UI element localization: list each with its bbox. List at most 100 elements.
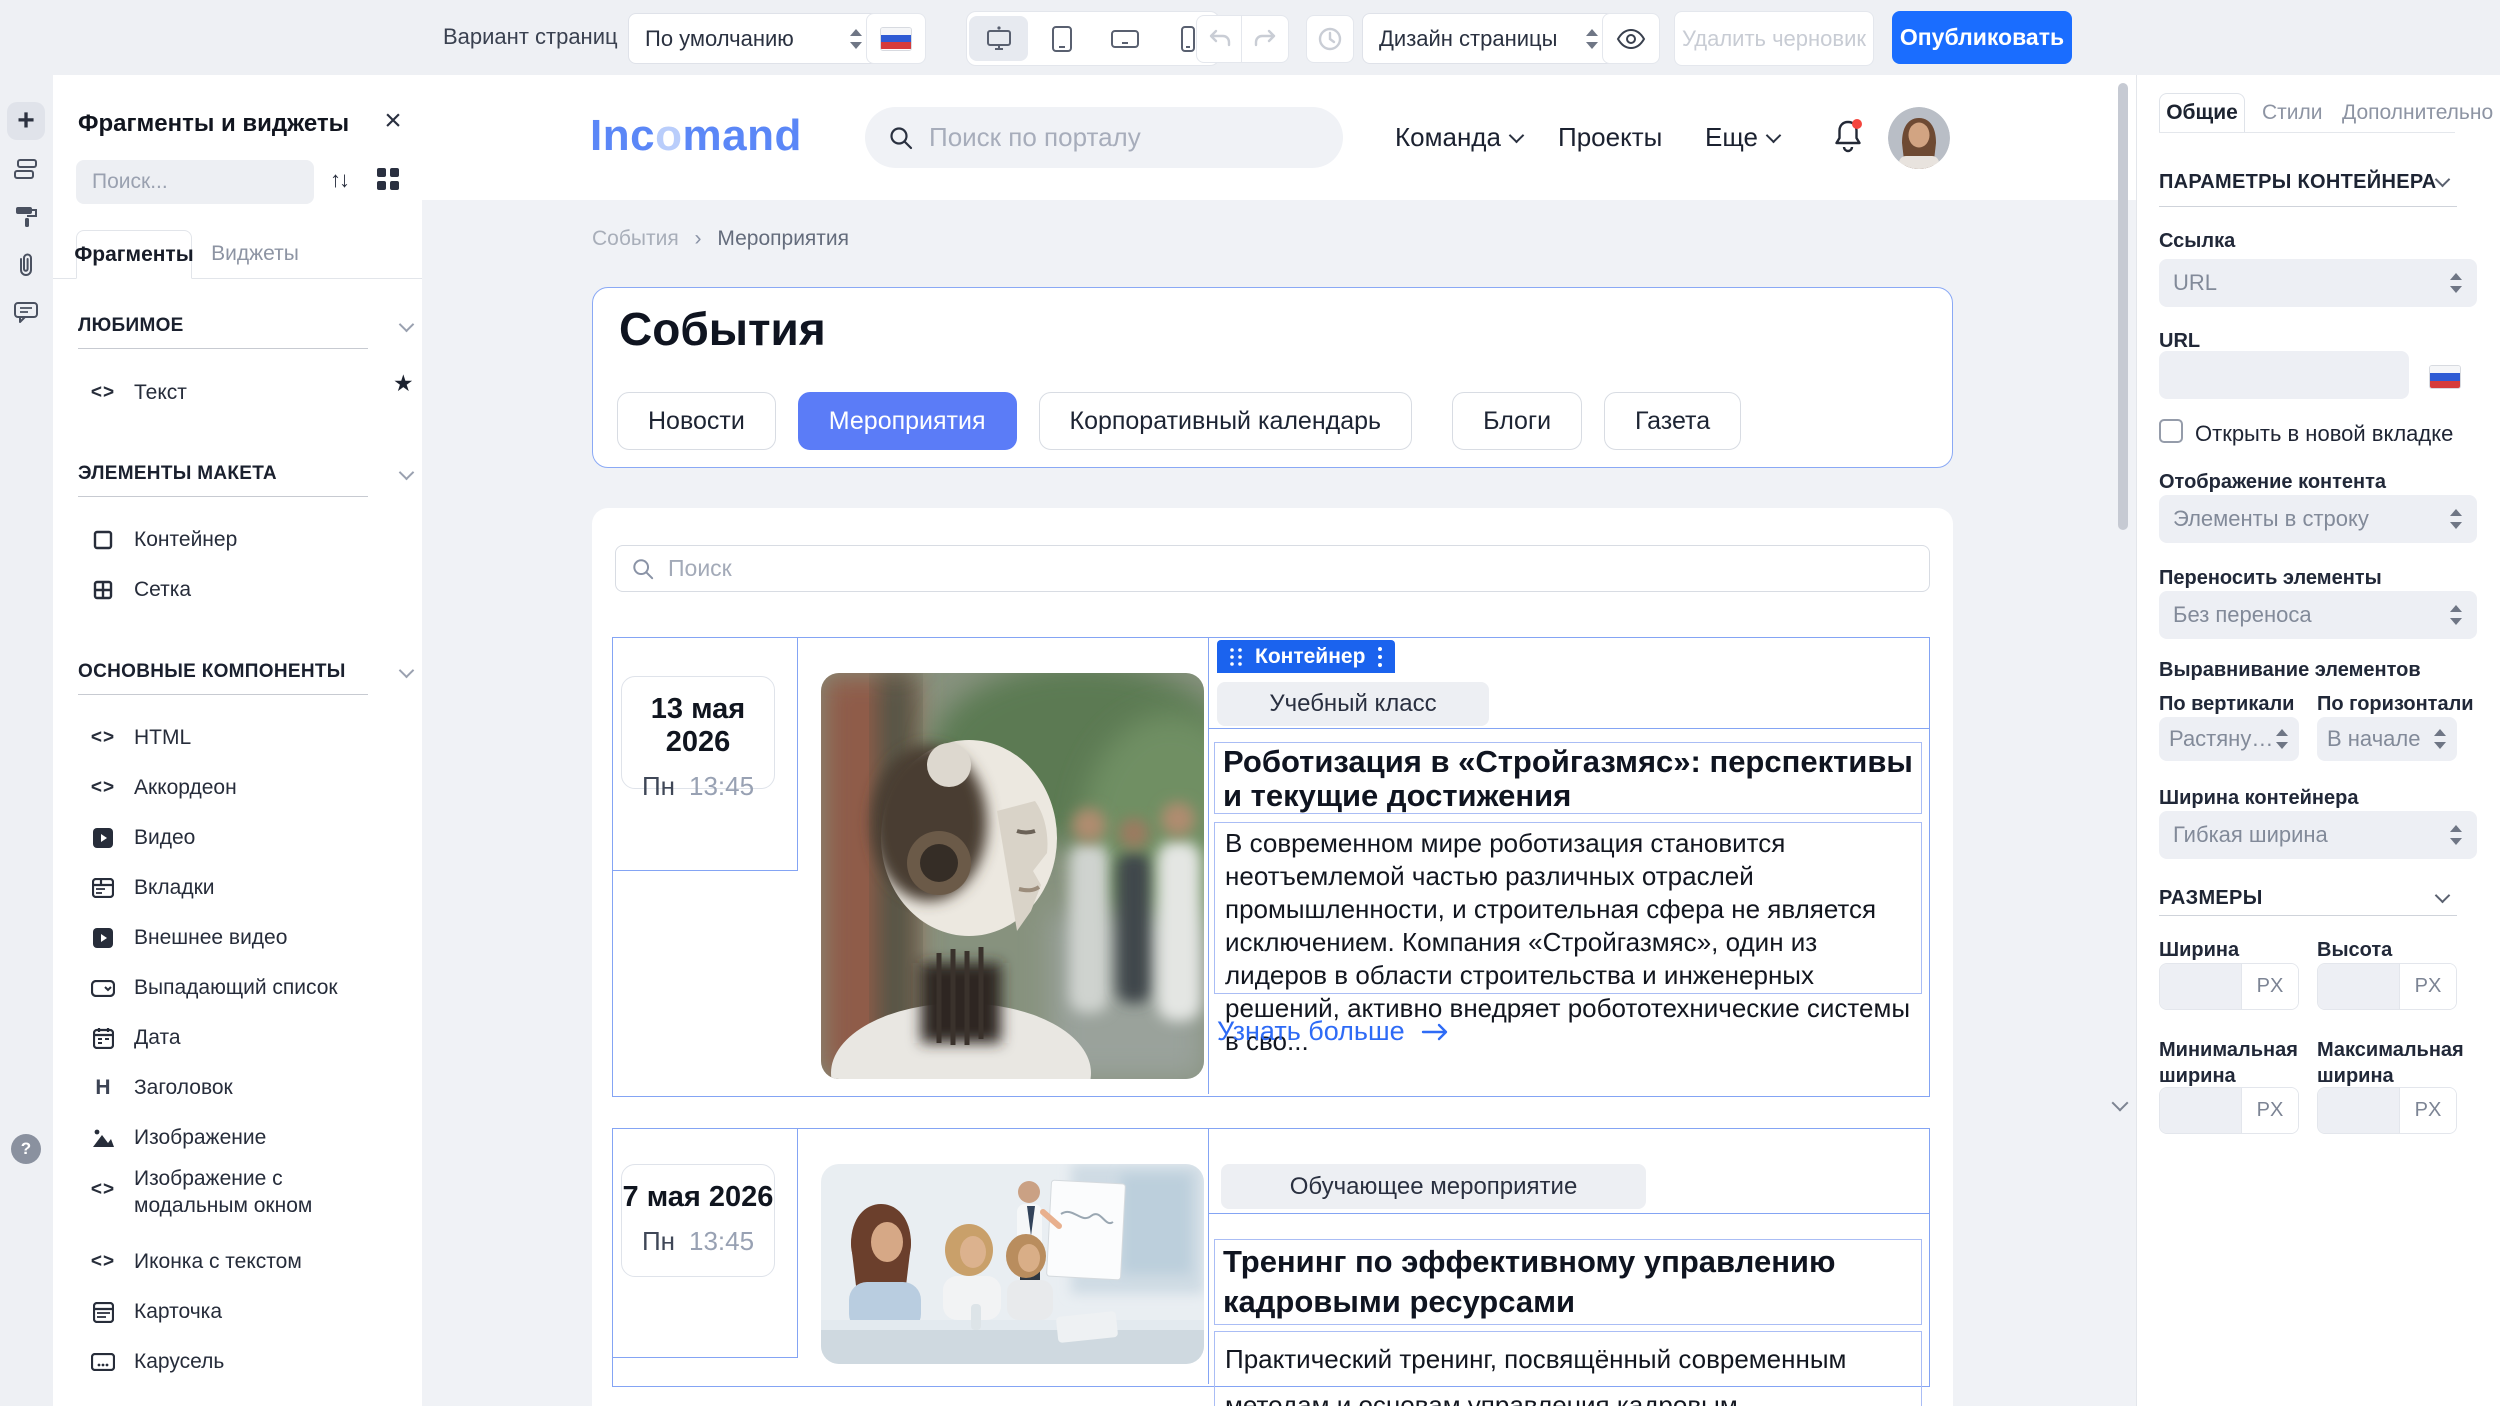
event-title-box[interactable]: Роботизация в «Стройгазмяс»: перспективы… [1214,742,1922,814]
event-row[interactable]: 13 мая 2026 Пн 13:45 Контейнер Учебный к… [612,637,1930,1097]
tab-newspaper[interactable]: Газета [1604,392,1742,450]
max-width-input[interactable] [2318,1088,2399,1133]
fragment-item-card[interactable]: Карточка [90,1297,222,1327]
portal-search-input[interactable] [927,121,1319,154]
section-container-params[interactable]: ПАРАМЕТРЫ КОНТЕЙНЕРА [2159,171,2436,194]
fragment-item-grid[interactable]: Сетка [90,575,191,605]
grid-view-button[interactable] [376,167,400,191]
preview-button[interactable] [1602,13,1660,64]
fragment-item-video[interactable]: Видео [90,823,195,853]
event-content-cell[interactable]: Обучающее мероприятие Тренинг по эффекти… [1208,1129,1929,1406]
tab-news[interactable]: Новости [617,392,776,450]
event-image-meeting[interactable] [821,1164,1204,1364]
container-width-select[interactable]: Гибкая ширина [2159,811,2477,859]
event-tag[interactable]: Учебный класс [1217,682,1489,726]
event-content-cell[interactable]: Контейнер Учебный класс Роботизация в «С… [1208,638,1929,1094]
fragments-search-input[interactable] [90,169,365,195]
fragment-item-tabs[interactable]: Вкладки [90,873,215,903]
publish-button[interactable]: Опубликовать [1892,11,2072,64]
fragment-item-image[interactable]: Изображение [90,1123,266,1153]
width-input[interactable] [2160,964,2241,1009]
section-layout[interactable]: ЭЛЕМЕНТЫ МАКЕТА [78,463,277,485]
fragment-item-html[interactable]: <> HTML [90,723,191,753]
event-excerpt: Практический тренинг, посвящённый соврем… [1225,1344,1847,1406]
tab-fragments[interactable]: Фрагменты [74,230,194,279]
event-date-cell[interactable]: 13 мая 2026 Пн 13:45 [613,638,798,871]
fragment-item-date[interactable]: Дата [90,1023,181,1053]
event-tag[interactable]: Обучающее мероприятие [1221,1164,1646,1209]
tab-general[interactable]: Общие [2159,93,2245,133]
fragment-item-text[interactable]: <> Текст [90,378,187,408]
undo-button[interactable] [1196,15,1244,63]
event-title-box[interactable]: Тренинг по эффективному управлению кадро… [1214,1239,1922,1325]
structure-button[interactable] [7,150,45,188]
content-display-select[interactable]: Элементы в строку [2159,495,2477,543]
events-search[interactable] [615,545,1930,592]
event-text-box[interactable]: В современном мире роботизация становитс… [1214,822,1922,1056]
page-design-select[interactable]: Дизайн страницы [1362,13,1616,64]
avatar[interactable] [1888,107,1950,169]
sort-button[interactable]: ↑↓ [330,167,350,193]
tab-widgets[interactable]: Виджеты [205,230,305,278]
desktop-preview-button[interactable] [969,16,1028,61]
language-flag-button[interactable] [866,13,926,64]
fragment-item-icon-text[interactable]: <> Иконка с текстом [90,1247,302,1277]
horizontal-align-select[interactable]: В начале [2317,717,2457,761]
comments-button[interactable] [7,294,45,332]
breadcrumb-current[interactable]: Мероприятия [717,227,849,250]
canvas-scrollbar[interactable] [2118,83,2128,530]
links-button[interactable] [7,246,45,284]
fragment-item-heading[interactable]: H Заголовок [90,1073,232,1103]
tab-events-active[interactable]: Мероприятия [797,392,1017,450]
fragment-item-external-video[interactable]: Внешнее видео [90,923,287,953]
vertical-align-select[interactable]: Растяну… [2159,717,2299,761]
close-icon[interactable]: × [375,103,411,139]
fragment-item-dropdown[interactable]: Выпадающий список [90,973,338,1003]
event-image-robot[interactable] [821,673,1204,1079]
landscape-preview-button[interactable] [1095,16,1154,61]
breadcrumb-events[interactable]: События [592,227,679,250]
nav-team[interactable]: Команда [1395,122,1525,153]
url-input[interactable] [2159,351,2409,399]
nav-more[interactable]: Еще [1705,122,1782,153]
wrap-select[interactable]: Без переноса [2159,591,2477,639]
kebab-menu-icon[interactable] [1377,646,1383,668]
tab-advanced[interactable]: Дополнительно [2342,93,2493,132]
height-input[interactable] [2318,964,2399,1009]
fragment-item-container[interactable]: Контейнер [90,525,237,555]
events-search-input[interactable] [666,554,1913,583]
drag-handle-icon[interactable] [1229,647,1243,667]
tab-blogs[interactable]: Блоги [1452,392,1583,450]
fragment-item-carousel[interactable]: Карусель [90,1347,224,1377]
section-components[interactable]: ОСНОВНЫЕ КОМПОНЕНТЫ [78,661,346,683]
event-date-cell[interactable]: 7 мая 2026 Пн 13:45 [613,1129,798,1358]
nav-projects[interactable]: Проекты [1558,122,1662,153]
site-logo[interactable]: Incomand [590,111,802,161]
container-badge[interactable]: Контейнер [1217,640,1396,673]
theme-button[interactable] [7,198,45,236]
redo-button[interactable] [1241,15,1289,63]
open-new-tab-checkbox[interactable] [2159,419,2183,443]
star-icon[interactable]: ★ [393,370,414,397]
event-row[interactable]: 7 мая 2026 Пн 13:45 Обучающее мероприяти… [612,1128,1930,1406]
notifications-button[interactable] [1830,117,1866,157]
section-sizes[interactable]: РАЗМЕРЫ [2159,887,2263,910]
history-button[interactable] [1306,15,1354,63]
events-header-block[interactable]: События Новости Мероприятия Корпоративны… [592,287,1953,468]
page-variant-select[interactable]: По умолчанию [628,13,880,64]
read-more-link[interactable]: Узнать больше [1217,1016,1449,1047]
event-text-box[interactable]: Практический тренинг, посвящённый соврем… [1214,1331,1922,1406]
add-fragment-button[interactable]: + [7,102,45,140]
fragment-item-image-modal[interactable]: <> Изображение с модальным окном [90,1165,364,1221]
fragment-item-accordion[interactable]: <> Аккордеон [90,773,237,803]
delete-draft-button[interactable]: Удалить черновик [1674,11,1874,66]
portal-search[interactable] [865,107,1343,168]
help-button[interactable]: ? [11,1134,41,1164]
tab-styles[interactable]: Стили [2262,93,2323,132]
fragments-search[interactable] [76,160,365,204]
tab-corporate-calendar[interactable]: Корпоративный календарь [1038,392,1413,450]
min-width-input[interactable] [2160,1088,2241,1133]
tablet-preview-button[interactable] [1032,16,1091,61]
link-type-select[interactable]: URL [2159,259,2477,307]
section-favorites[interactable]: ЛЮБИМОЕ [78,315,184,337]
